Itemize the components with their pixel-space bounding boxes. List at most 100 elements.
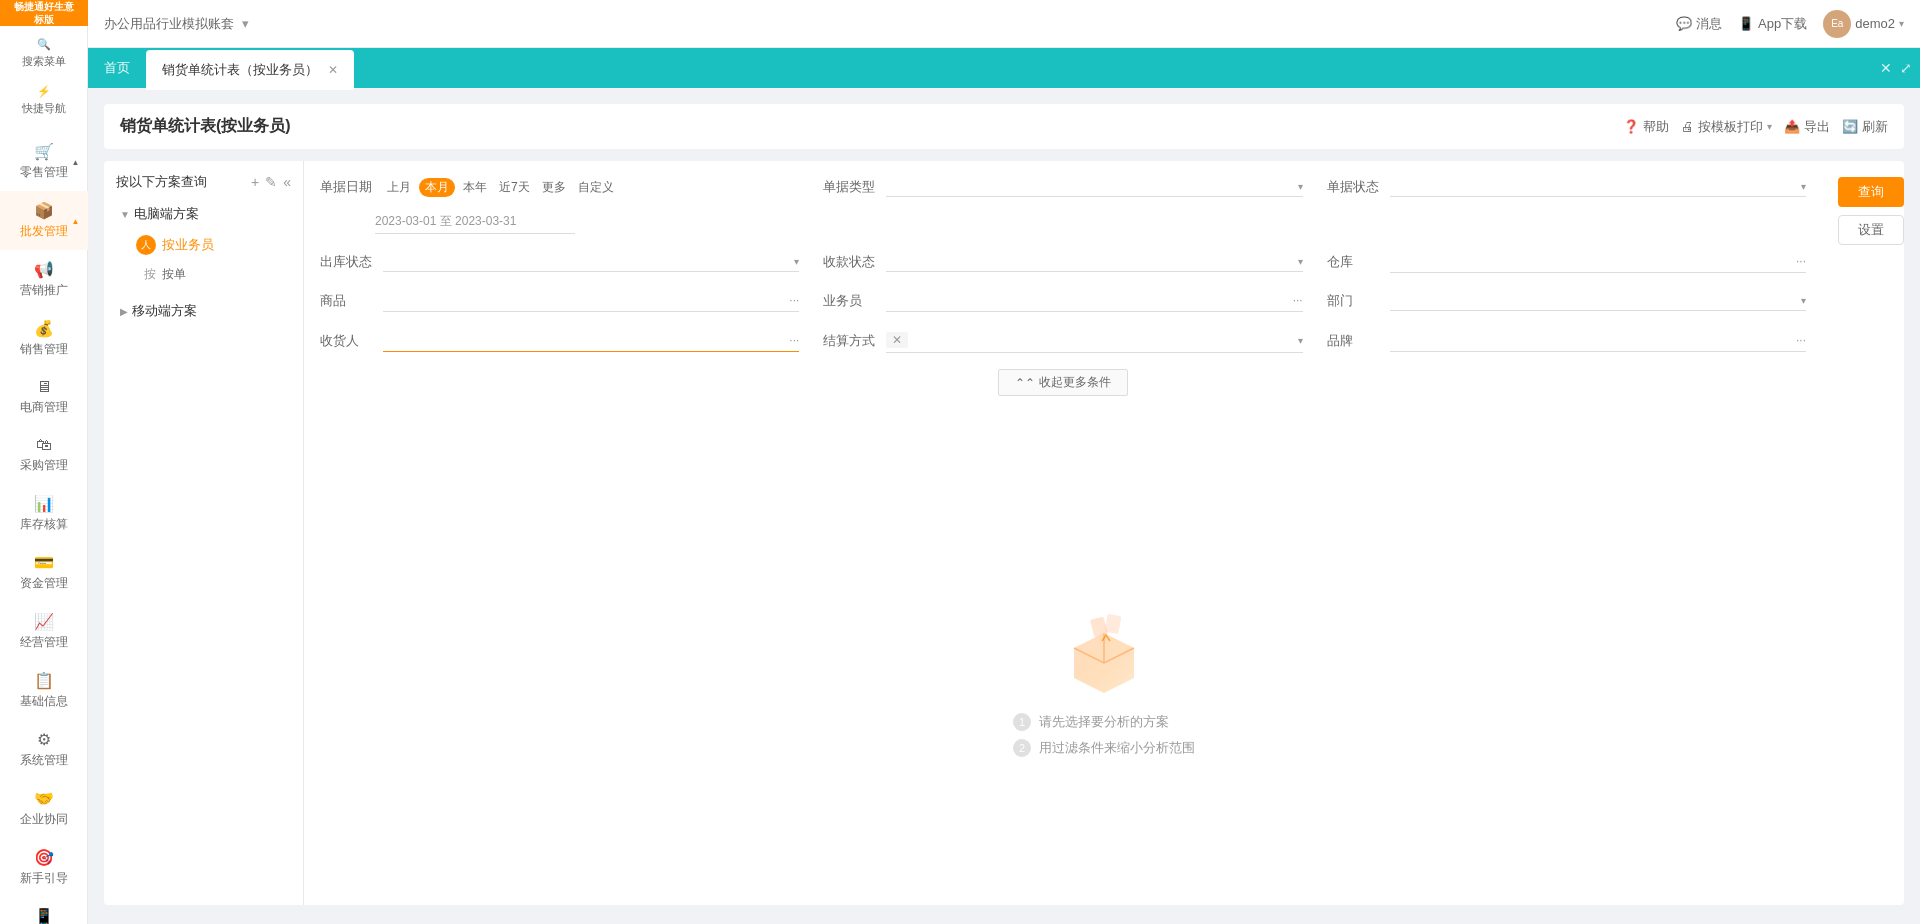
filter-doc-status: 单据状态 ▾ xyxy=(1327,177,1806,197)
brand-select[interactable]: ··· xyxy=(1390,329,1806,352)
date-tab-custom[interactable]: 自定义 xyxy=(574,178,618,197)
scheme-group-mobile-header[interactable]: ▶ 移动端方案 xyxy=(112,296,295,326)
refresh-btn[interactable]: 🔄 刷新 xyxy=(1842,118,1888,136)
add-scheme-icon[interactable]: + xyxy=(251,174,259,190)
tab-close-icon[interactable]: ✕ xyxy=(328,63,338,77)
enterprise-icon: 🤝 xyxy=(34,789,54,808)
sales-icon: 💰 xyxy=(34,319,54,338)
sidebar-item-system-label: 系统管理 xyxy=(20,752,68,769)
doc-status-select[interactable]: ▾ xyxy=(1390,177,1806,197)
content-body: 按以下方案查询 + ✎ « ▼ 电脑端方案 xyxy=(104,161,1904,905)
sidebar-item-inventory[interactable]: 📊 库存核算 xyxy=(0,484,88,543)
doc-type-chevron: ▾ xyxy=(1298,181,1303,192)
settings-btn[interactable]: 设置 xyxy=(1838,215,1904,245)
user-menu[interactable]: Ea demo2 ▾ xyxy=(1823,10,1904,38)
help-btn[interactable]: ❓ 帮助 xyxy=(1623,118,1669,136)
date-range-display: 2023-03-01 至 2023-03-31 xyxy=(320,213,1806,234)
consignee-more-icon[interactable]: ··· xyxy=(789,333,799,347)
user-dropdown-icon: ▾ xyxy=(1899,18,1904,29)
tab-home[interactable]: 首页 xyxy=(88,48,146,88)
shipment-label: 出库状态 xyxy=(320,253,375,271)
filter-settle: 结算方式 ✕ ▾ xyxy=(823,328,1302,353)
settle-label: 结算方式 xyxy=(823,332,878,350)
sidebar-item-wholesale[interactable]: 📦 批发管理 xyxy=(0,191,88,250)
product-more-icon[interactable]: ··· xyxy=(789,293,799,307)
product-select[interactable]: ··· xyxy=(383,289,799,312)
payment-select[interactable]: ▾ xyxy=(886,252,1302,272)
app-logo: 畅捷通好生意 标版 xyxy=(0,0,88,26)
sidebar-item-enterprise[interactable]: 🤝 企业协同 xyxy=(0,779,88,838)
sidebar-item-marketing[interactable]: 📢 营销推广 xyxy=(0,250,88,309)
filter-row-4: 收货人 ··· 结算方式 xyxy=(320,328,1806,353)
collapse-panel-icon[interactable]: « xyxy=(283,174,291,190)
by-salesperson-label: 按业务员 xyxy=(162,236,214,254)
collapse-chevron-icon: ⌃⌃ xyxy=(1015,376,1035,390)
sidebar-item-finance-label: 资金管理 xyxy=(20,575,68,592)
tab-sales-stat[interactable]: 销货单统计表（按业务员） ✕ xyxy=(146,50,354,90)
sidebar-shortcut[interactable]: ⚡ 快捷导航 xyxy=(22,77,66,124)
department-label: 部门 xyxy=(1327,292,1382,310)
sidebar-item-basic[interactable]: 📋 基础信息 xyxy=(0,661,88,720)
filter-row-3: 商品 ··· 业务员 xyxy=(320,289,1806,312)
print-btn[interactable]: 🖨 按模板打印 ▾ xyxy=(1681,118,1772,136)
warehouse-select[interactable]: ··· xyxy=(1390,250,1806,273)
department-select[interactable]: ▾ xyxy=(1390,291,1806,311)
left-scheme-panel: 按以下方案查询 + ✎ « ▼ 电脑端方案 xyxy=(104,161,304,905)
tab-sales-stat-label: 销货单统计表（按业务员） xyxy=(162,61,318,79)
page-header: 销货单统计表(按业务员) ❓ 帮助 🖨 按模板打印 ▾ 📤 导出 🔄 刷新 xyxy=(104,104,1904,149)
date-tab-this-year[interactable]: 本年 xyxy=(459,178,491,197)
sidebar-item-system[interactable]: ⚙ 系统管理 xyxy=(0,720,88,779)
purchase-icon: 🛍 xyxy=(36,436,52,454)
app-download-btn[interactable]: 📱 App下载 xyxy=(1738,15,1807,33)
breadcrumb-dropdown-icon[interactable]: ▾ xyxy=(242,16,249,31)
svg-rect-1 xyxy=(1105,614,1122,634)
marketing-icon: 📢 xyxy=(34,260,54,279)
sidebar-item-wholesale-label: 批发管理 xyxy=(20,223,68,240)
empty-steps: 1 请先选择要分析的方案 2 用过滤条件来缩小分析范围 xyxy=(1013,713,1195,765)
message-btn[interactable]: 💬 消息 xyxy=(1676,15,1722,33)
collapse-btn[interactable]: ⌃⌃ 收起更多条件 xyxy=(998,369,1128,396)
sidebar-item-finance[interactable]: 💳 资金管理 xyxy=(0,543,88,602)
sidebar-item-sales[interactable]: 💰 销售管理 xyxy=(0,309,88,368)
by-order-icon: 按 xyxy=(144,266,156,283)
settle-tag-delete[interactable]: ✕ xyxy=(892,333,902,347)
page-actions: ❓ 帮助 🖨 按模板打印 ▾ 📤 导出 🔄 刷新 xyxy=(1623,118,1888,136)
sidebar-item-appstore[interactable]: 📱 应用中心 xyxy=(0,897,88,924)
sidebar-search-label: 搜索菜单 xyxy=(22,54,66,69)
settle-select[interactable]: ✕ ▾ xyxy=(886,328,1302,353)
salesperson-select[interactable]: ··· xyxy=(886,289,1302,312)
edit-scheme-icon[interactable]: ✎ xyxy=(265,174,277,190)
sidebar-item-retail[interactable]: 🛒 零售管理 xyxy=(0,132,88,191)
warehouse-more-icon[interactable]: ··· xyxy=(1796,254,1806,268)
date-tab-this-month[interactable]: 本月 xyxy=(419,178,455,197)
scheme-item-by-order[interactable]: 按 按单 xyxy=(112,261,295,288)
inventory-icon: 📊 xyxy=(34,494,54,513)
doc-type-select[interactable]: ▾ xyxy=(886,177,1302,197)
sidebar-item-newbie[interactable]: 🎯 新手引导 xyxy=(0,838,88,897)
consignee-input[interactable]: ··· xyxy=(383,329,799,352)
scheme-item-by-salesperson[interactable]: 人 按业务员 xyxy=(112,229,295,261)
tab-maximize-icon[interactable]: ⤢ xyxy=(1900,60,1912,76)
scheme-group-pc: ▼ 电脑端方案 人 按业务员 按 按单 xyxy=(112,199,295,288)
mobile-group-arrow: ▶ xyxy=(120,306,128,317)
help-icon: ❓ xyxy=(1623,119,1639,134)
date-tab-last-month[interactable]: 上月 xyxy=(383,178,415,197)
brand-more-icon[interactable]: ··· xyxy=(1796,333,1806,347)
sidebar-item-purchase[interactable]: 🛍 采购管理 xyxy=(0,426,88,484)
tab-close-all-icon[interactable]: ✕ xyxy=(1880,60,1892,76)
step-1-num: 1 xyxy=(1013,713,1031,731)
query-btn[interactable]: 查询 xyxy=(1838,177,1904,207)
sidebar-search[interactable]: 🔍 搜索菜单 xyxy=(22,26,66,77)
date-tab-more[interactable]: 更多 xyxy=(538,178,570,197)
salesperson-more-icon[interactable]: ··· xyxy=(1293,293,1303,307)
scheme-group-pc-header[interactable]: ▼ 电脑端方案 xyxy=(112,199,295,229)
empty-step-1: 1 请先选择要分析的方案 xyxy=(1013,713,1195,731)
breadcrumb: 办公用品行业模拟账套 xyxy=(104,15,234,33)
shipment-select[interactable]: ▾ xyxy=(383,252,799,272)
export-btn[interactable]: 📤 导出 xyxy=(1784,118,1830,136)
sidebar-item-operation[interactable]: 📈 经营管理 xyxy=(0,602,88,661)
filter-department: 部门 ▾ xyxy=(1327,289,1806,312)
date-tab-last7[interactable]: 近7天 xyxy=(495,178,534,197)
sidebar-item-ecommerce[interactable]: 🖥 电商管理 xyxy=(0,368,88,426)
retail-icon: 🛒 xyxy=(34,142,54,161)
